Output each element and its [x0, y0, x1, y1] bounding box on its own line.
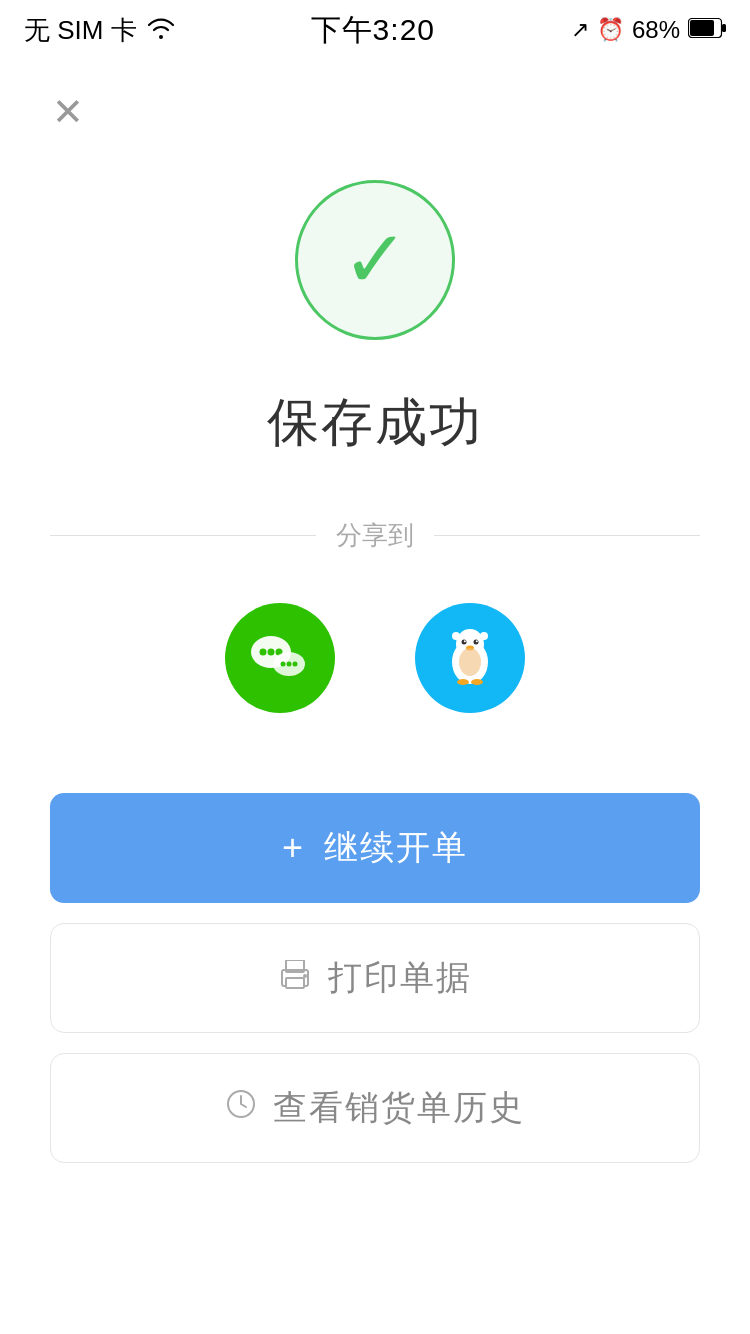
status-time: 下午3:20 [311, 10, 435, 51]
svg-point-14 [474, 640, 479, 645]
svg-rect-2 [690, 20, 714, 36]
history-button[interactable]: 查看销货单历史 [50, 1053, 700, 1163]
history-label: 查看销货单历史 [273, 1085, 525, 1131]
location-icon: ↗ [571, 17, 589, 43]
svg-point-21 [452, 632, 460, 640]
success-indicator: ✓ [295, 180, 455, 340]
svg-rect-1 [722, 24, 726, 32]
wifi-icon [147, 15, 175, 46]
main-content: ✓ 保存成功 分享到 [0, 140, 750, 1334]
status-right: ↗ ⏰ 68% [571, 16, 726, 44]
svg-point-22 [480, 632, 488, 640]
wechat-share-button[interactable] [225, 603, 335, 713]
share-divider-row: 分享到 [50, 518, 700, 553]
divider-right [434, 535, 700, 536]
share-label: 分享到 [336, 518, 414, 553]
continue-label: 继续开单 [324, 825, 468, 871]
svg-point-20 [471, 679, 483, 685]
action-buttons: + 继续开单 打印单据 查看销货单历史 [50, 793, 700, 1163]
qq-icon [441, 626, 499, 690]
svg-point-8 [281, 662, 286, 667]
svg-rect-25 [286, 978, 304, 988]
checkmark-icon: ✓ [342, 220, 409, 300]
svg-point-26 [303, 974, 307, 978]
battery-percent: 68% [632, 16, 680, 44]
alarm-icon: ⏰ [597, 17, 624, 43]
svg-point-16 [476, 640, 478, 642]
print-label: 打印单据 [328, 955, 472, 1001]
carrier-label: 无 SIM 卡 [24, 13, 137, 48]
close-button[interactable]: ✕ [40, 84, 96, 140]
continue-icon: + [282, 827, 304, 869]
svg-point-15 [464, 640, 466, 642]
status-left: 无 SIM 卡 [24, 13, 175, 48]
close-icon: ✕ [52, 93, 84, 131]
divider-left [50, 535, 316, 536]
battery-icon [688, 16, 726, 44]
svg-point-5 [268, 649, 275, 656]
svg-point-13 [462, 640, 467, 645]
print-icon [278, 959, 312, 998]
svg-point-18 [459, 648, 481, 676]
svg-point-4 [260, 649, 267, 656]
share-icons-row [225, 603, 525, 713]
success-title: 保存成功 [267, 388, 483, 458]
wechat-icon [247, 628, 313, 688]
svg-point-19 [457, 679, 469, 685]
status-bar: 无 SIM 卡 下午3:20 ↗ ⏰ 68% [0, 0, 750, 60]
print-button[interactable]: 打印单据 [50, 923, 700, 1033]
qq-share-button[interactable] [415, 603, 525, 713]
svg-point-9 [287, 662, 292, 667]
continue-button[interactable]: + 继续开单 [50, 793, 700, 903]
history-icon [225, 1088, 257, 1128]
svg-point-10 [293, 662, 298, 667]
